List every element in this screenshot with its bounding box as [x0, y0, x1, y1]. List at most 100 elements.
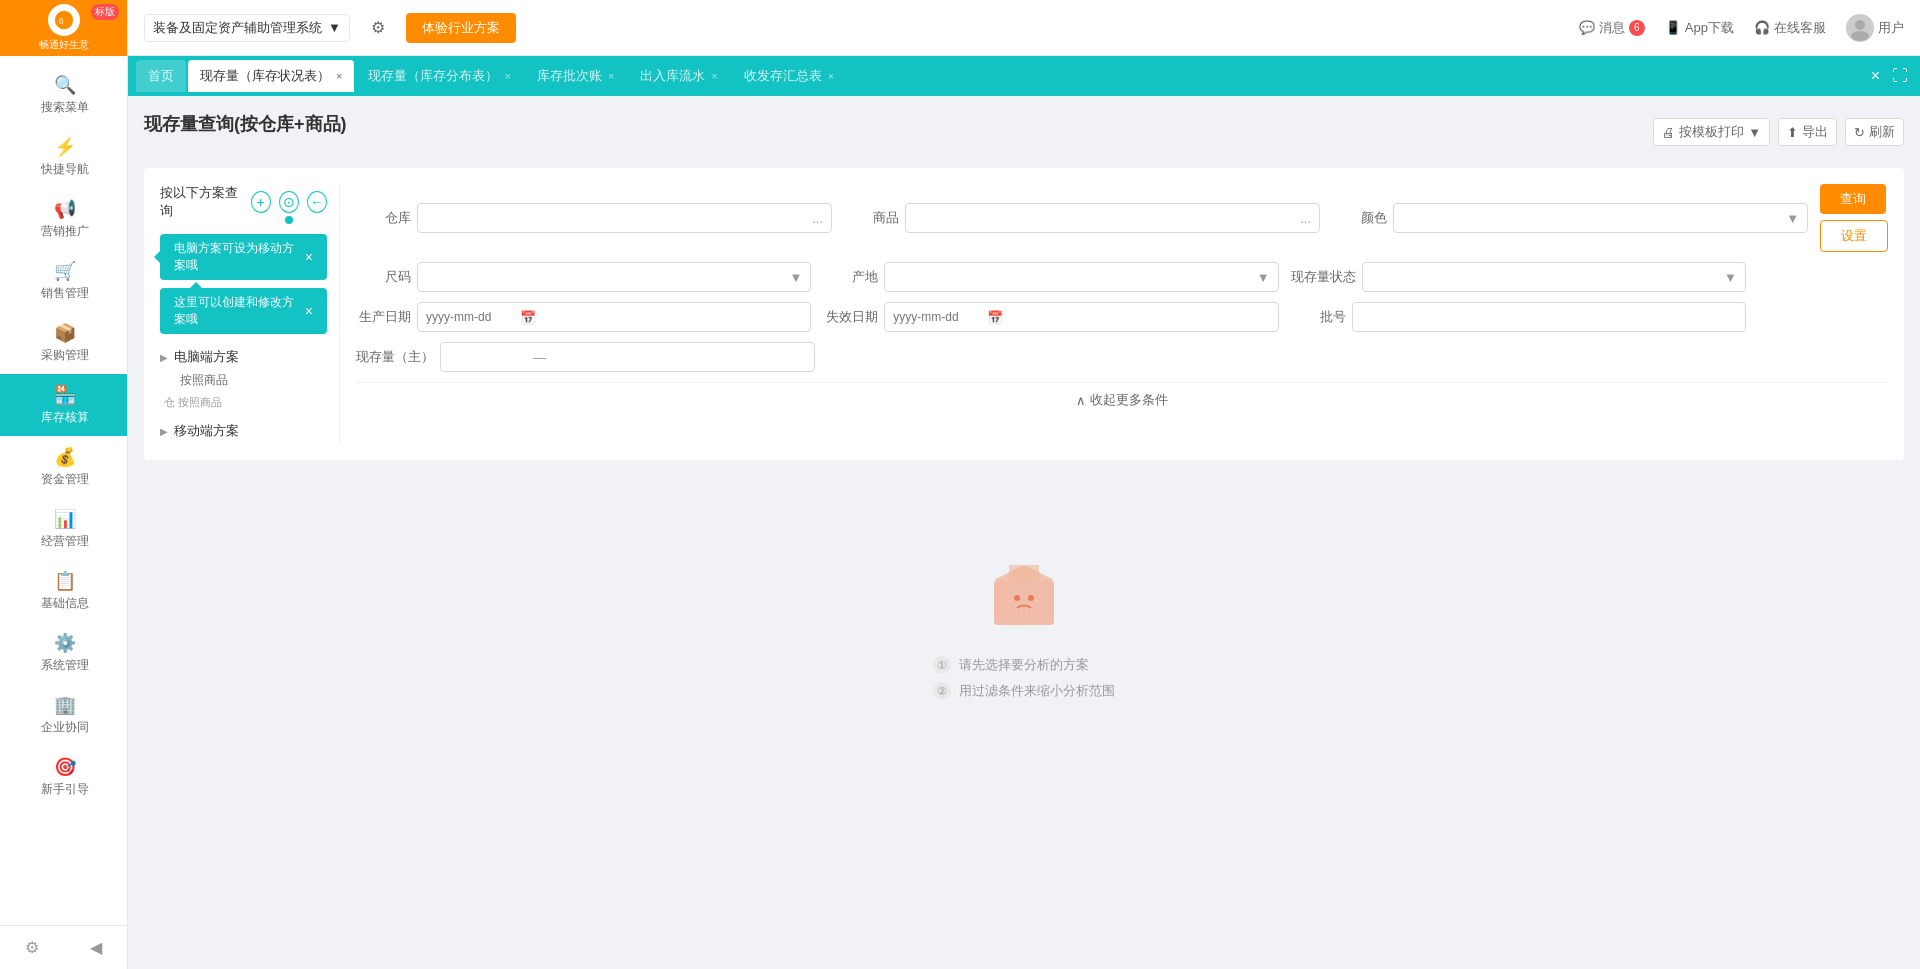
- color-select[interactable]: ▼: [1393, 203, 1808, 233]
- sidebar-item-purchase[interactable]: 📦 采购管理: [0, 312, 127, 374]
- filter-size: 尺码 ▼: [356, 262, 811, 292]
- sidebar-logo: 6 畅通好生意 标版: [0, 0, 127, 56]
- sidebar-collapse-btn[interactable]: ◀: [90, 938, 102, 957]
- tab-close-inventory-dist[interactable]: ×: [504, 70, 510, 82]
- avatar: [1846, 14, 1874, 42]
- scheme-panel: 按以下方案查询 + ⊙ ← 电脑方案可设为移动方案哦 ×: [160, 184, 340, 444]
- sidebar-item-basic-info[interactable]: 📋 基础信息: [0, 560, 127, 622]
- enterprise-icon: 🏢: [54, 694, 76, 716]
- tab-close-inventory-status[interactable]: ×: [336, 70, 342, 82]
- sidebar-item-inventory[interactable]: 🏪 库存核算: [0, 374, 127, 436]
- app-download-btn[interactable]: 📱 App下载: [1665, 19, 1734, 37]
- tip-num-1: ①: [933, 656, 951, 674]
- scheme-edit-popup-area: 这里可以创建和修改方案哦 ×: [160, 288, 327, 334]
- edit-scheme-btn[interactable]: ⊙: [279, 191, 299, 213]
- goods-select[interactable]: ...: [905, 203, 1320, 233]
- expire-date-range[interactable]: 📅: [884, 302, 1278, 332]
- tab-recv-summary[interactable]: 收发存汇总表 ×: [732, 60, 846, 92]
- prod-date-input[interactable]: [426, 310, 516, 324]
- sidebar-settings-btn[interactable]: ⚙: [25, 938, 39, 957]
- size-select[interactable]: ▼: [417, 262, 811, 292]
- sidebar-item-operations[interactable]: 📊 经营管理: [0, 498, 127, 560]
- tab-batch-ledger[interactable]: 库存批次账 ×: [525, 60, 626, 92]
- warehouse-label: 仓库: [356, 209, 411, 227]
- prod-date-range[interactable]: 📅: [417, 302, 811, 332]
- goods-label: 商品: [844, 209, 899, 227]
- sidebar-item-search-menu[interactable]: 🔍 搜索菜单: [0, 64, 127, 126]
- sidebar-item-label: 快捷导航: [41, 161, 89, 178]
- sidebar-item-label: 库存核算: [41, 409, 89, 426]
- tab-controls: × ⛶: [1867, 63, 1912, 89]
- header-settings-btn[interactable]: ⚙: [362, 12, 394, 44]
- scheme-desktop[interactable]: ▶ 电脑端方案: [160, 344, 327, 370]
- user-label: 用户: [1878, 19, 1904, 37]
- scheme-mobile-label: 移动端方案: [174, 422, 239, 440]
- origin-select[interactable]: ▼: [884, 262, 1278, 292]
- sidebar-item-guide[interactable]: 🎯 新手引导: [0, 746, 127, 808]
- stock-qty-min[interactable]: [449, 350, 529, 364]
- origin-label: 产地: [823, 268, 878, 286]
- tab-close-recv-summary[interactable]: ×: [828, 70, 834, 82]
- arrow-scheme-btn[interactable]: ←: [307, 191, 327, 213]
- prod-date-calendar-icon[interactable]: 📅: [520, 310, 536, 325]
- tab-inventory-dist[interactable]: 现存量（库存分布表） ×: [356, 60, 522, 92]
- expire-date-calendar-icon[interactable]: 📅: [987, 310, 1003, 325]
- add-scheme-btn[interactable]: +: [251, 191, 271, 213]
- refresh-btn[interactable]: ↻ 刷新: [1845, 118, 1904, 146]
- expire-date-input[interactable]: [893, 310, 983, 324]
- empty-tip-1-text: 请先选择要分析的方案: [959, 656, 1089, 674]
- tab-inout-flow[interactable]: 出入库流水 ×: [628, 60, 729, 92]
- filter-expire-date: 失效日期 📅: [823, 302, 1278, 332]
- export-btn[interactable]: ⬆ 导出: [1778, 118, 1837, 146]
- sales-icon: 🛒: [54, 260, 76, 282]
- filter-row-1: 仓库 ... 商品 ...: [356, 184, 1888, 252]
- tab-close-inout-flow[interactable]: ×: [711, 70, 717, 82]
- industry-btn[interactable]: 体验行业方案: [406, 13, 516, 43]
- scheme-mobile[interactable]: ▶ 移动端方案: [160, 418, 327, 444]
- sidebar-nav: 🔍 搜索菜单 ⚡ 快捷导航 📢 营销推广 🛒 销售管理 📦 采购管理 🏪 库存核…: [0, 56, 127, 925]
- tab-close-batch-ledger[interactable]: ×: [608, 70, 614, 82]
- tab-inventory-status[interactable]: 现存量（库存状况表） ×: [188, 60, 354, 92]
- filter-row-3: 生产日期 📅 失效日期 📅: [356, 302, 1888, 332]
- warehouse-select[interactable]: ...: [417, 203, 832, 233]
- template-print-btn[interactable]: 🖨 按模板打印 ▼: [1653, 118, 1770, 146]
- color-dropdown-arrow: ▼: [1786, 211, 1799, 226]
- sidebar-item-marketing[interactable]: 📢 营销推广: [0, 188, 127, 250]
- query-btn[interactable]: 查询: [1820, 184, 1886, 214]
- sidebar-item-enterprise[interactable]: 🏢 企业协同: [0, 684, 127, 746]
- sidebar-item-system[interactable]: ⚙️ 系统管理: [0, 622, 127, 684]
- stock-status-select[interactable]: ▼: [1362, 262, 1746, 292]
- tab-home[interactable]: 首页: [136, 60, 186, 92]
- messages-btn[interactable]: 💬 消息 6: [1579, 19, 1645, 37]
- sidebar-item-quick-nav[interactable]: ⚡ 快捷导航: [0, 126, 127, 188]
- filter-stock-qty: 现存量（主） —: [356, 342, 815, 372]
- logo-badge: 标版: [91, 4, 119, 20]
- scheme-popup-close[interactable]: ×: [305, 249, 313, 265]
- user-btn[interactable]: 用户: [1846, 14, 1904, 42]
- sidebar: 6 畅通好生意 标版 🔍 搜索菜单 ⚡ 快捷导航 📢 营销推广 🛒 销售管理 📦…: [0, 0, 128, 969]
- batch-label: 批号: [1291, 308, 1346, 326]
- stock-status-dropdown-arrow: ▼: [1724, 270, 1737, 285]
- sidebar-item-label: 企业协同: [41, 719, 89, 736]
- sidebar-item-sales[interactable]: 🛒 销售管理: [0, 250, 127, 312]
- scheme-edit-popup-close[interactable]: ×: [305, 303, 313, 319]
- guide-icon: 🎯: [54, 756, 76, 778]
- template-print-icon: 🖨: [1662, 125, 1675, 140]
- stock-qty-range[interactable]: —: [440, 342, 815, 372]
- support-btn[interactable]: 🎧 在线客服: [1754, 19, 1826, 37]
- tab-inventory-dist-label: 现存量（库存分布表）: [368, 67, 498, 85]
- batch-input[interactable]: [1352, 302, 1746, 332]
- scheme-popup[interactable]: 电脑方案可设为移动方案哦 ×: [160, 234, 327, 280]
- scheme-edit-popup[interactable]: 这里可以创建和修改方案哦 ×: [160, 288, 327, 334]
- sidebar-item-finance[interactable]: 💰 资金管理: [0, 436, 127, 498]
- tab-batch-ledger-label: 库存批次账: [537, 67, 602, 85]
- settings-btn[interactable]: 设置: [1820, 220, 1888, 252]
- tab-inout-flow-label: 出入库流水: [640, 67, 705, 85]
- svg-point-3: [1851, 31, 1869, 41]
- tab-close-all-btn[interactable]: ×: [1867, 63, 1884, 89]
- tab-expand-btn[interactable]: ⛶: [1888, 63, 1912, 89]
- scheme-desktop-child-1[interactable]: 按照商品: [180, 370, 327, 391]
- system-selector-arrow: ▼: [328, 20, 341, 35]
- collapse-more-btn[interactable]: ∧ 收起更多条件: [356, 382, 1888, 417]
- system-selector[interactable]: 装备及固定资产辅助管理系统 ▼: [144, 14, 350, 42]
